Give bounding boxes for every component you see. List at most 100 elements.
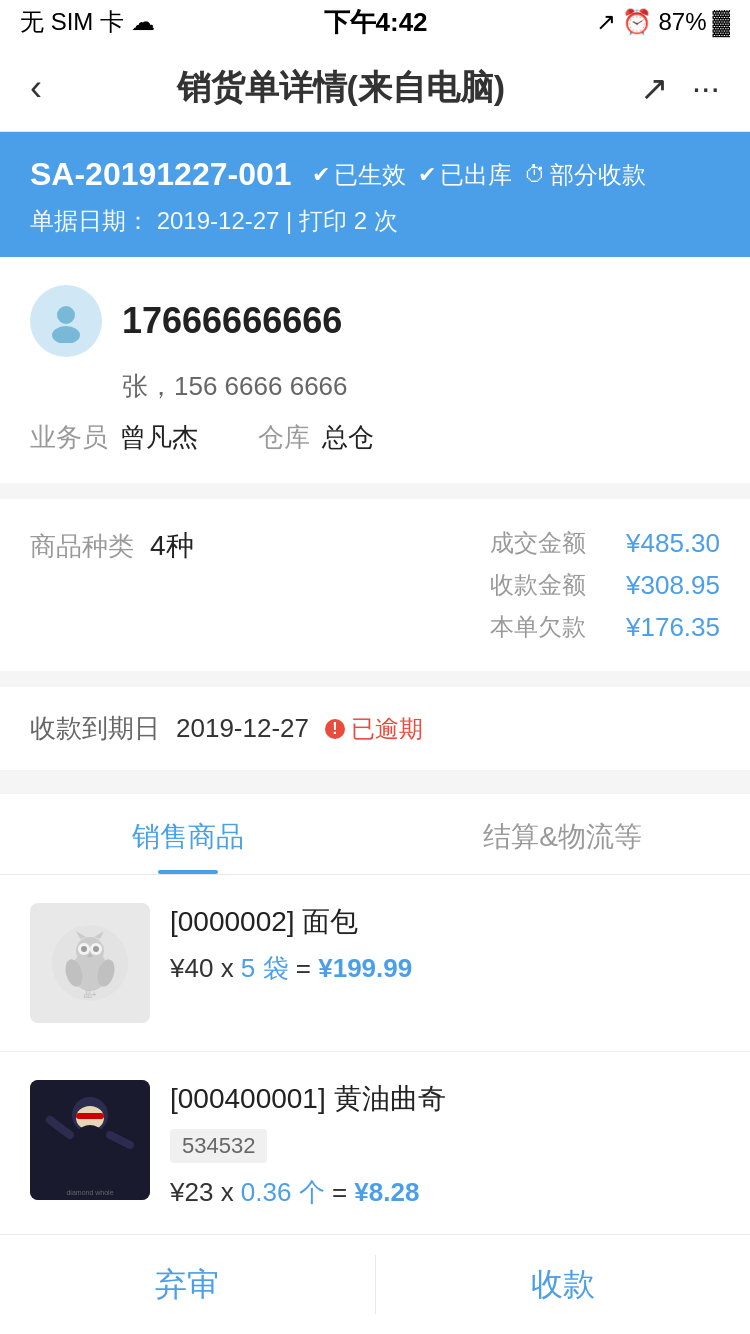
product-unit-2: 个 (299, 1177, 325, 1207)
alarm-icon: ⏰ (622, 8, 652, 36)
customer-contact: 张，156 6666 6666 (30, 369, 720, 404)
price-eq-2: = (332, 1177, 354, 1207)
location-icon: ↗ (596, 8, 616, 36)
customer-meta: 业务员 曾凡杰 仓库 总仓 (30, 420, 720, 455)
product-code-2: [000400001] (170, 1083, 326, 1114)
customer-name: 17666666666 (122, 300, 342, 342)
status-left: 无 SIM 卡 ☁ (20, 6, 155, 38)
svg-point-0 (57, 306, 75, 324)
salesperson-label: 业务员 (30, 420, 108, 455)
customer-top: 17666666666 (30, 285, 720, 357)
status-time: 下午4:42 (324, 5, 428, 40)
stats-card: 商品种类 4种 成交金额 ¥485.30 收款金额 ¥308.95 本单欠款 ¥… (0, 499, 750, 671)
date-label: 单据日期： (30, 207, 150, 234)
price-base-1: ¥40 (170, 953, 213, 983)
product-type-label: 商品种类 (30, 529, 134, 564)
svg-text:diamond whole: diamond whole (66, 1189, 113, 1196)
debt-row: 本单欠款 ¥176.35 (490, 611, 720, 643)
deal-amount-row: 成交金额 ¥485.30 (490, 527, 720, 559)
order-status-badges: ✔ 已生效 ✔ 已出库 ⏱ 部分收款 (312, 159, 646, 191)
product-total-2: ¥8.28 (354, 1177, 419, 1207)
received-row: 收款金额 ¥308.95 (490, 569, 720, 601)
avatar (30, 285, 102, 357)
bottom-bar: 弃审 收款 (0, 1234, 750, 1334)
date-separator: | (286, 207, 299, 234)
svg-rect-22 (76, 1113, 104, 1119)
share-icon[interactable]: ↗︎ (640, 68, 668, 108)
status-right: ↗ ⏰ 87% ▓ (596, 8, 730, 36)
list-item: 品+ [0000002] 面包 ¥40 x 5 袋 = ¥199.99 (0, 875, 750, 1052)
warehouse-label: 仓库 (258, 420, 310, 455)
confirm-button[interactable]: 收款 (376, 1235, 751, 1334)
warehouse-value: 总仓 (322, 420, 374, 455)
status-badge-partial: ⏱ 部分收款 (524, 159, 646, 191)
meta-salesperson: 业务员 曾凡杰 (30, 420, 198, 455)
received-value: ¥308.95 (626, 570, 720, 601)
tabs-container: 销售商品 结算&物流等 (0, 786, 750, 1239)
product-qty-1: 5 (241, 953, 255, 983)
nav-right-actions: ↗︎ ··· (640, 68, 720, 108)
tab-sales-label: 销售商品 (132, 821, 244, 852)
tab-settlement-label: 结算&物流等 (483, 821, 642, 852)
payment-due-section: 收款到期日 2019-12-27 ! 已逾期 (0, 687, 750, 770)
deal-amount-label: 成交金额 (490, 527, 586, 559)
overdue-dot-icon: ! (325, 719, 345, 739)
product-total-1: ¥199.99 (318, 953, 412, 983)
back-button[interactable]: ‹ (30, 67, 42, 109)
print-info: 打印 2 次 (299, 207, 398, 234)
order-header-banner: SA-20191227-001 ✔ 已生效 ✔ 已出库 ⏱ 部分收款 单据日期：… (0, 132, 750, 257)
tab-sales-products[interactable]: 销售商品 (0, 794, 375, 874)
product-code-1: [0000002] (170, 906, 295, 937)
tab-settlement[interactable]: 结算&物流等 (375, 794, 750, 874)
status-badge-effective: ✔ 已生效 (312, 159, 406, 191)
meta-warehouse: 仓库 总仓 (258, 420, 374, 455)
product-title-2: 黄油曲奇 (334, 1083, 446, 1114)
svg-point-8 (93, 946, 99, 952)
product-unit-1: 袋 (263, 953, 289, 983)
product-info-1: [0000002] 面包 ¥40 x 5 袋 = ¥199.99 (170, 903, 720, 1023)
payment-due-date: 2019-12-27 (176, 713, 309, 744)
payment-due-label: 收款到期日 (30, 711, 160, 746)
received-label: 收款金额 (490, 569, 586, 601)
salesperson-value: 曾凡杰 (120, 420, 198, 455)
product-image-2: diamond whole (30, 1080, 150, 1200)
product-sku-2: 534532 (170, 1129, 267, 1163)
product-price-1: ¥40 x 5 袋 = ¥199.99 (170, 951, 720, 986)
price-base-2: ¥23 (170, 1177, 213, 1207)
price-x-2: x (221, 1177, 241, 1207)
debt-value: ¥176.35 (626, 612, 720, 643)
svg-point-23 (70, 1125, 110, 1175)
product-image-1: 品+ (30, 903, 150, 1023)
cancel-button[interactable]: 弃审 (0, 1235, 375, 1334)
product-name-1: [0000002] 面包 (170, 903, 720, 941)
check-icon-2: ✔ (418, 162, 436, 188)
sim-text: 无 SIM 卡 ☁ (20, 6, 155, 38)
clock-icon: ⏱ (524, 162, 546, 188)
stats-product-types: 商品种类 4种 (30, 527, 194, 565)
deal-amount-value: ¥485.30 (626, 528, 720, 559)
customer-card: 17666666666 张，156 6666 6666 业务员 曾凡杰 仓库 总… (0, 257, 750, 483)
page-title: 销货单详情(来自电脑) (177, 65, 506, 111)
product-title-1: 面包 (302, 906, 358, 937)
status-text-2: 已出库 (440, 159, 512, 191)
order-header-top: SA-20191227-001 ✔ 已生效 ✔ 已出库 ⏱ 部分收款 (30, 156, 720, 193)
stats-amounts: 成交金额 ¥485.30 收款金额 ¥308.95 本单欠款 ¥176.35 (490, 527, 720, 643)
status-bar: 无 SIM 卡 ☁ 下午4:42 ↗ ⏰ 87% ▓ (0, 0, 750, 44)
product-info-2: [000400001] 黄油曲奇 534532 ¥23 x 0.36 个 = ¥… (170, 1080, 720, 1210)
price-x-1: x (221, 953, 241, 983)
overdue-badge: ! 已逾期 (325, 713, 423, 745)
list-item: diamond whole [000400001] 黄油曲奇 534532 ¥2… (0, 1052, 750, 1239)
status-text-3: 部分收款 (550, 159, 646, 191)
svg-text:品+: 品+ (84, 990, 97, 999)
debt-label: 本单欠款 (490, 611, 586, 643)
battery-text: 87% (658, 8, 706, 36)
order-date: 2019-12-27 (157, 207, 280, 234)
price-eq-1: = (296, 953, 318, 983)
product-type-value: 4种 (150, 527, 194, 565)
owl-image: 品+ (30, 903, 150, 1023)
nav-bar: ‹ 销货单详情(来自电脑) ↗︎ ··· (0, 44, 750, 132)
svg-point-7 (81, 946, 87, 952)
order-date-info: 单据日期： 2019-12-27 | 打印 2 次 (30, 205, 720, 237)
more-icon[interactable]: ··· (692, 68, 720, 107)
product-qty-2: 0.36 (241, 1177, 292, 1207)
